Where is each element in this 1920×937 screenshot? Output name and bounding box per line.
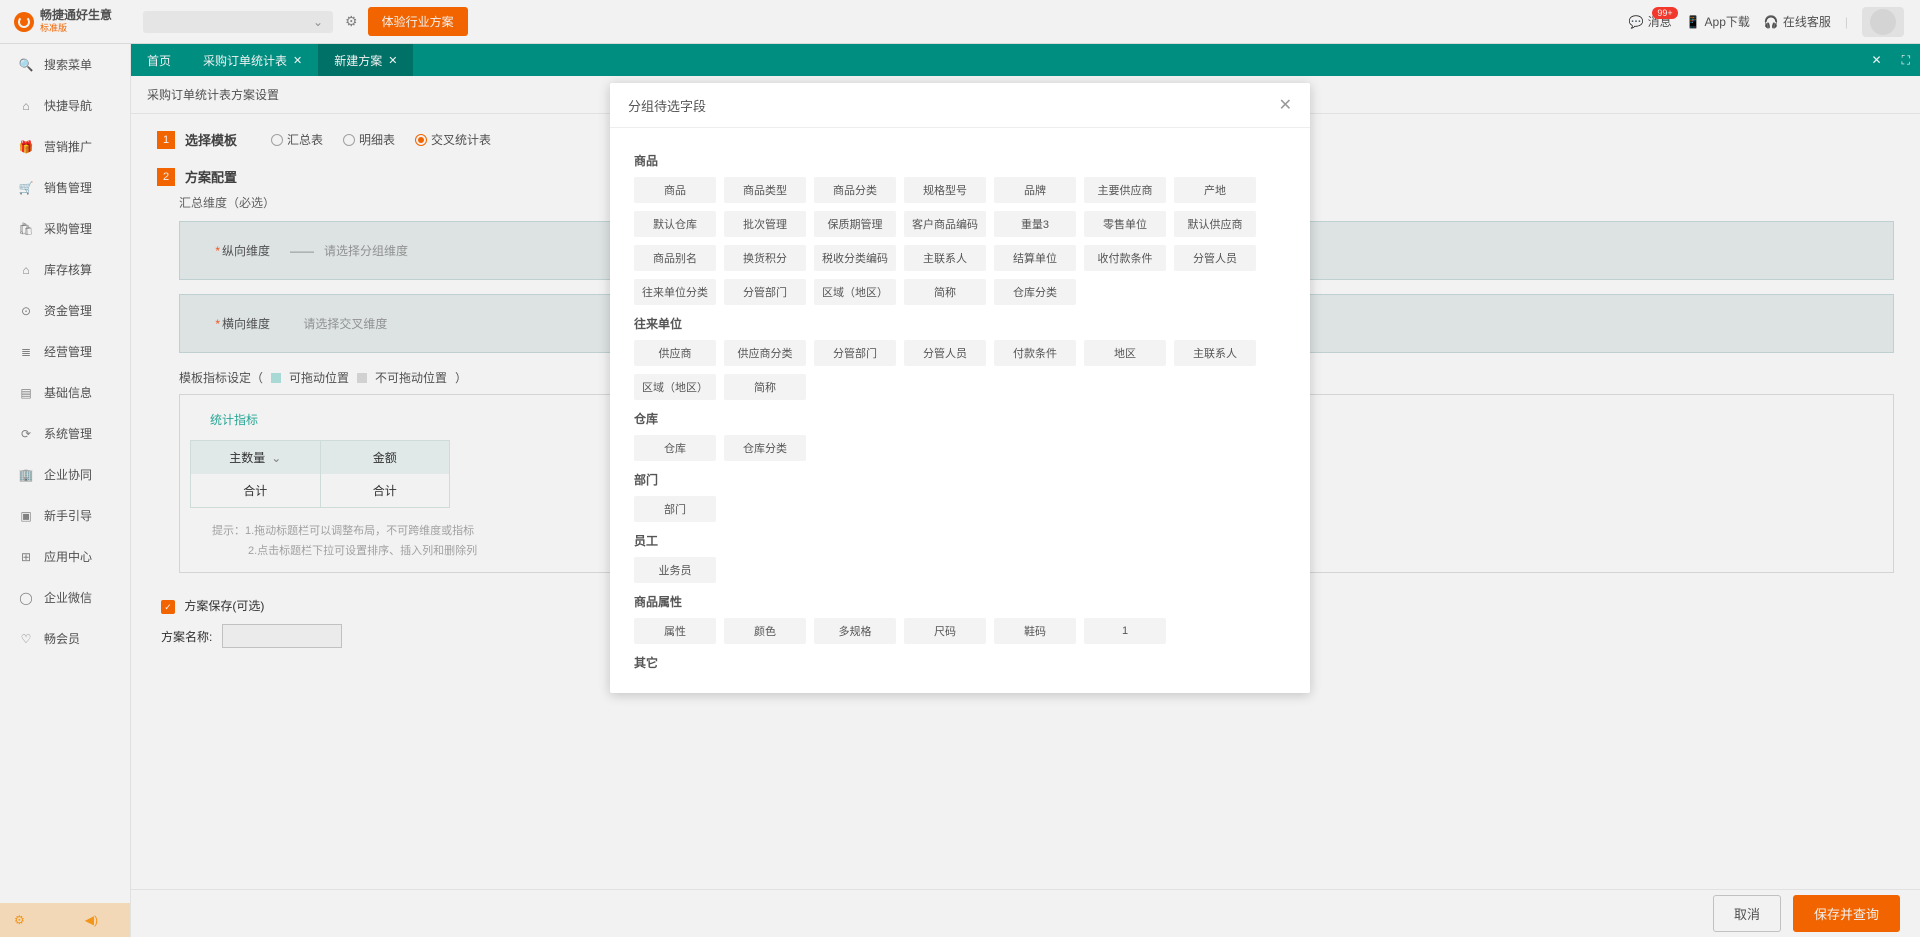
chip-field[interactable]: 部门 — [634, 496, 716, 522]
chip-field[interactable]: 分管部门 — [724, 279, 806, 305]
chip-row-0: 商品商品类型商品分类规格型号品牌主要供应商产地默认仓库批次管理保质期管理客户商品… — [634, 177, 1300, 305]
chip-field[interactable]: 区域（地区） — [814, 279, 896, 305]
group-title-3: 部门 — [634, 471, 1300, 488]
group-title-6: 其它 — [634, 654, 1300, 671]
chip-field[interactable]: 换货积分 — [724, 245, 806, 271]
chip-field[interactable]: 产地 — [1174, 177, 1256, 203]
chip-field[interactable]: 仓库分类 — [994, 279, 1076, 305]
group-title-4: 员工 — [634, 532, 1300, 549]
chip-field[interactable]: 商品分类 — [814, 177, 896, 203]
chip-field[interactable]: 收付款条件 — [1084, 245, 1166, 271]
chip-field[interactable]: 区域（地区） — [634, 374, 716, 400]
chip-field[interactable]: 付款条件 — [994, 340, 1076, 366]
chip-row-2: 仓库仓库分类 — [634, 435, 1300, 461]
chip-field[interactable]: 颜色 — [724, 618, 806, 644]
chip-field[interactable]: 默认仓库 — [634, 211, 716, 237]
group-title-2: 仓库 — [634, 410, 1300, 427]
chip-field[interactable]: 地区 — [1084, 340, 1166, 366]
chip-row-1: 供应商供应商分类分管部门分管人员付款条件地区主联系人区域（地区） 简称 — [634, 340, 1300, 400]
chip-field[interactable]: 保质期管理 — [814, 211, 896, 237]
chip-field[interactable]: 1 — [1084, 618, 1166, 644]
chip-field[interactable]: 批次管理 — [724, 211, 806, 237]
chip-field[interactable]: 品牌 — [994, 177, 1076, 203]
chip-field[interactable]: 规格型号 — [904, 177, 986, 203]
chip-field[interactable]: 默认供应商 — [1174, 211, 1256, 237]
chip-field[interactable]: 鞋码 — [994, 618, 1076, 644]
chip-field[interactable]: 主要供应商 — [1084, 177, 1166, 203]
group-title-0: 商品 — [634, 152, 1300, 169]
group-title-5: 商品属性 — [634, 593, 1300, 610]
chip-row-5: 属性颜色多规格尺码鞋码 1 — [634, 618, 1300, 644]
chip-field[interactable]: 多规格 — [814, 618, 896, 644]
modal-body: 商品商品商品类型商品分类规格型号品牌主要供应商产地默认仓库批次管理保质期管理客户… — [610, 128, 1310, 693]
chip-field[interactable]: 业务员 — [634, 557, 716, 583]
chip-field[interactable]: 属性 — [634, 618, 716, 644]
chip-field[interactable]: 商品别名 — [634, 245, 716, 271]
chip-row-4: 业务员 — [634, 557, 1300, 583]
chip-field[interactable]: 尺码 — [904, 618, 986, 644]
chip-field[interactable]: 重量3 — [994, 211, 1076, 237]
chip-field[interactable]: 主联系人 — [904, 245, 986, 271]
chip-field[interactable]: 商品类型 — [724, 177, 806, 203]
chip-field[interactable]: 主联系人 — [1174, 340, 1256, 366]
chip-field[interactable]: 供应商 — [634, 340, 716, 366]
chip-field[interactable]: 分管人员 — [1174, 245, 1256, 271]
chip-row-3: 部门 — [634, 496, 1300, 522]
chip-field[interactable]: 简称 — [904, 279, 986, 305]
modal-overlay: 分组待选字段 ✕ 商品商品商品类型商品分类规格型号品牌主要供应商产地默认仓库批次… — [0, 0, 1920, 937]
chip-field[interactable]: 商品 — [634, 177, 716, 203]
group-title-1: 往来单位 — [634, 315, 1300, 332]
chip-field[interactable]: 分管人员 — [904, 340, 986, 366]
chip-field[interactable]: 零售单位 — [1084, 211, 1166, 237]
chip-field[interactable]: 税收分类编码 — [814, 245, 896, 271]
chip-field[interactable]: 结算单位 — [994, 245, 1076, 271]
chip-field[interactable]: 仓库分类 — [724, 435, 806, 461]
chip-field[interactable]: 简称 — [724, 374, 806, 400]
modal-title: 分组待选字段 — [628, 96, 706, 115]
field-picker-modal: 分组待选字段 ✕ 商品商品商品类型商品分类规格型号品牌主要供应商产地默认仓库批次… — [610, 83, 1310, 693]
chip-field[interactable]: 客户商品编码 — [904, 211, 986, 237]
chip-field[interactable]: 仓库 — [634, 435, 716, 461]
chip-field[interactable]: 往来单位分类 — [634, 279, 716, 305]
chip-field[interactable]: 分管部门 — [814, 340, 896, 366]
close-icon[interactable]: ✕ — [1279, 95, 1292, 115]
chip-field[interactable]: 供应商分类 — [724, 340, 806, 366]
